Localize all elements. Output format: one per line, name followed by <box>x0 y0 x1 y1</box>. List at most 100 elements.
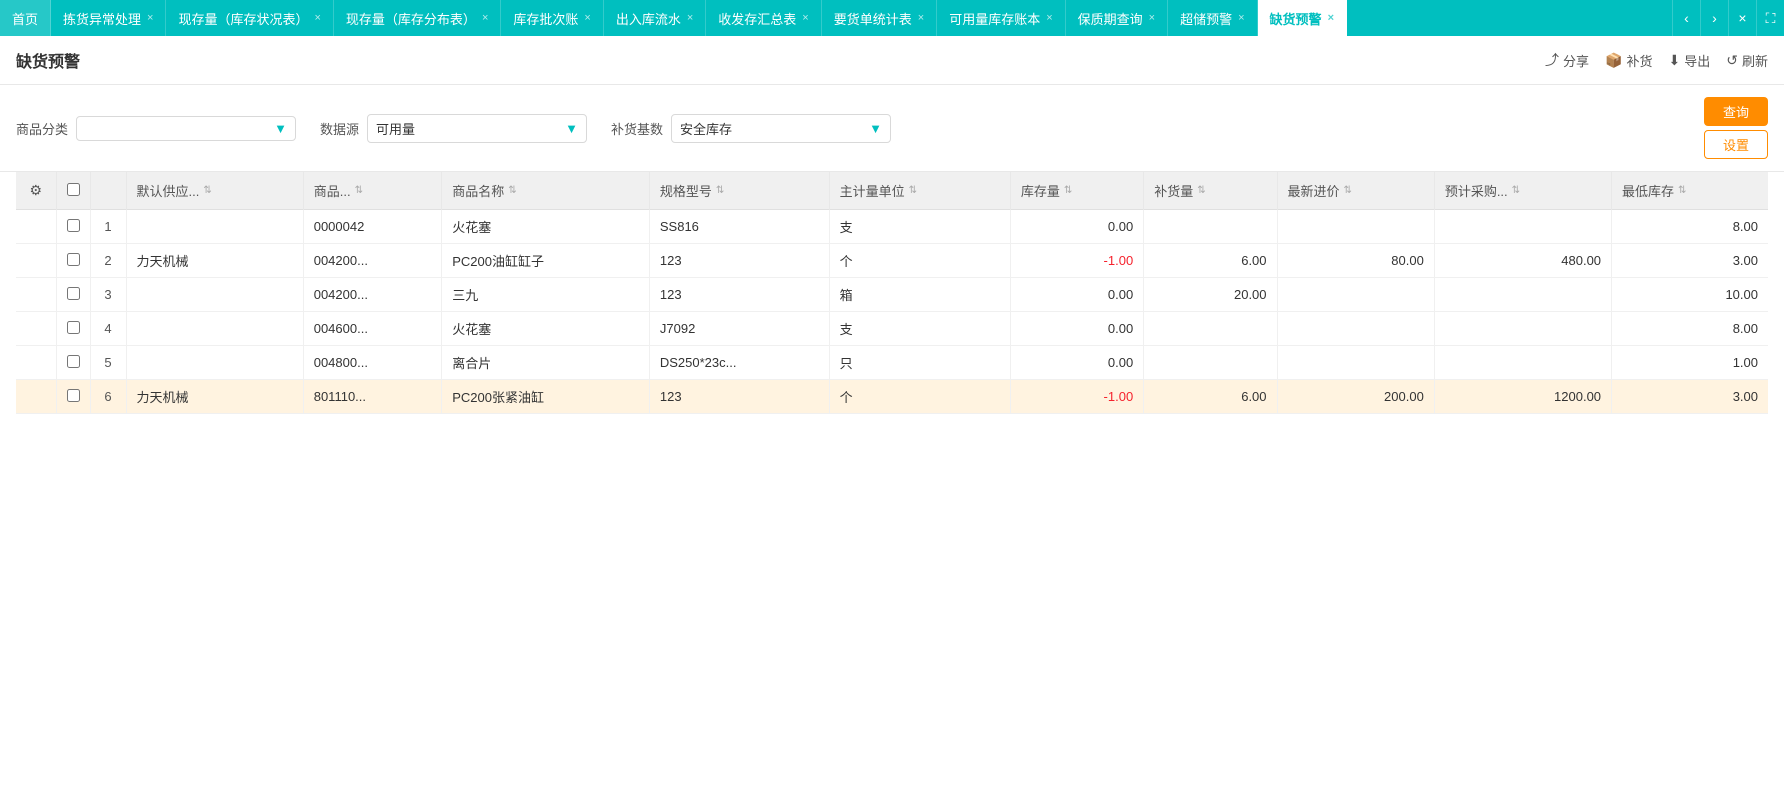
row-min-stock: 8.00 <box>1612 312 1768 346</box>
row-checkbox-0[interactable] <box>67 219 80 232</box>
row-checkbox-4[interactable] <box>67 355 80 368</box>
replen-sort-icon: ⇅ <box>1197 185 1205 196</box>
datasource-select[interactable]: 可用量 ▼ <box>367 114 587 143</box>
nav-tab-inout-close[interactable]: × <box>687 12 693 24</box>
nav-tab-overstock-close[interactable]: × <box>1238 12 1244 24</box>
nav-fullscreen[interactable]: ⛶ <box>1756 0 1784 36</box>
nav-tab-inv-dist-label: 现存量（库存分布表） <box>346 9 476 28</box>
nav-tab-req[interactable]: 要货单统计表 × <box>822 0 937 36</box>
refresh-icon: ↺ <box>1726 52 1738 69</box>
nav-tab-expiry-label: 保质期查询 <box>1078 9 1143 28</box>
row-est-purchase <box>1434 278 1611 312</box>
replenish-label: 补货 <box>1626 51 1652 70</box>
nav-tab-inv-status-close[interactable]: × <box>314 12 320 24</box>
export-label: 导出 <box>1684 51 1710 70</box>
est-purchase-sort-icon: ⇅ <box>1512 185 1520 196</box>
row-cb-cell <box>56 278 90 312</box>
share-action[interactable]: ⤴ 分享 <box>1545 50 1589 70</box>
replenish-base-value: 安全库存 <box>680 119 732 138</box>
row-cb-cell <box>56 210 90 244</box>
nav-tab-avail[interactable]: 可用量库存账本 × <box>937 0 1065 36</box>
replenish-base-label: 补货基数 <box>611 119 663 138</box>
row-checkbox-3[interactable] <box>67 321 80 334</box>
row-stock: 0.00 <box>1010 210 1143 244</box>
export-action[interactable]: ⬇ 导出 <box>1669 51 1711 70</box>
nav-arrow-right[interactable]: › <box>1700 0 1728 36</box>
page-title: 缺货预警 <box>16 48 80 72</box>
filter-actions: 查询 设置 <box>1704 97 1768 159</box>
nav-tab-inv-dist[interactable]: 现存量（库存分布表） × <box>334 0 501 36</box>
table-body: 1 0000042 火花塞 SS816 支 0.00 8.00 2 力天机械 0… <box>16 210 1768 414</box>
row-gear-cell <box>16 380 56 414</box>
nav-tab-recv-close[interactable]: × <box>802 12 808 24</box>
nav-tab-inv-status[interactable]: 现存量（库存状况表） × <box>166 0 333 36</box>
category-select[interactable]: ▼ <box>76 116 296 141</box>
row-name: PC200油缸缸子 <box>442 244 650 278</box>
nav-tab-exception-close[interactable]: × <box>147 12 153 24</box>
query-button[interactable]: 查询 <box>1704 97 1768 126</box>
row-spec: 123 <box>649 380 829 414</box>
nav-arrows: ‹ › × ⛶ <box>1672 0 1784 36</box>
nav-tab-shortage-label: 缺货预警 <box>1270 9 1322 28</box>
settings-button[interactable]: 设置 <box>1704 130 1768 159</box>
nav-tab-avail-close[interactable]: × <box>1046 12 1052 24</box>
row-spec: J7092 <box>649 312 829 346</box>
replenish-action[interactable]: 📦 补货 <box>1605 51 1652 70</box>
row-stock: -1.00 <box>1010 244 1143 278</box>
nav-tab-recv[interactable]: 收发存汇总表 × <box>706 0 821 36</box>
th-est-purchase: 预计采购... ⇅ <box>1434 172 1611 210</box>
nav-tab-inout-label: 出入库流水 <box>616 9 681 28</box>
table-header-row: ⚙ 默认供应... ⇅ 商品... <box>16 172 1768 210</box>
row-unit: 支 <box>829 210 1010 244</box>
row-stock: -1.00 <box>1010 380 1143 414</box>
row-gear-cell <box>16 244 56 278</box>
th-supplier: 默认供应... ⇅ <box>126 172 303 210</box>
nav-tab-inv-dist-close[interactable]: × <box>482 12 488 24</box>
row-stock: 0.00 <box>1010 278 1143 312</box>
row-supplier <box>126 346 303 380</box>
replenish-base-select[interactable]: 安全库存 ▼ <box>671 114 891 143</box>
row-unit: 支 <box>829 312 1010 346</box>
row-latest-price: 200.00 <box>1277 380 1434 414</box>
row-checkbox-2[interactable] <box>67 287 80 300</box>
row-checkbox-1[interactable] <box>67 253 80 266</box>
row-est-purchase <box>1434 346 1611 380</box>
nav-tab-exception[interactable]: 拣货异常处理 × <box>51 0 166 36</box>
nav-tab-overstock[interactable]: 超储预警 × <box>1168 0 1257 36</box>
row-checkbox-5[interactable] <box>67 389 80 402</box>
row-replen: 6.00 <box>1144 244 1277 278</box>
nav-close-window[interactable]: × <box>1728 0 1756 36</box>
nav-arrow-left[interactable]: ‹ <box>1672 0 1700 36</box>
nav-tab-shortage[interactable]: 缺货预警 × <box>1258 0 1347 36</box>
table-row: 6 力天机械 801110... PC200张紧油缸 123 个 -1.00 6… <box>16 380 1768 414</box>
column-settings-gear-icon[interactable]: ⚙ <box>27 180 44 201</box>
row-name: PC200张紧油缸 <box>442 380 650 414</box>
nav-tab-expiry[interactable]: 保质期查询 × <box>1066 0 1168 36</box>
datasource-value: 可用量 <box>376 119 415 138</box>
row-unit: 个 <box>829 244 1010 278</box>
nav-tab-req-close[interactable]: × <box>918 12 924 24</box>
refresh-action[interactable]: ↺ 刷新 <box>1726 51 1768 70</box>
row-stock: 0.00 <box>1010 312 1143 346</box>
datasource-filter-group: 数据源 可用量 ▼ <box>320 114 587 143</box>
nav-tab-batch-label: 库存批次账 <box>513 9 578 28</box>
row-latest-price <box>1277 312 1434 346</box>
row-replen: 6.00 <box>1144 380 1277 414</box>
table-row: 4 004600... 火花塞 J7092 支 0.00 8.00 <box>16 312 1768 346</box>
row-code: 801110... <box>303 380 442 414</box>
row-replen: 20.00 <box>1144 278 1277 312</box>
spec-sort-icon: ⇅ <box>716 185 724 196</box>
row-index: 2 <box>90 244 126 278</box>
refresh-label: 刷新 <box>1742 51 1768 70</box>
th-est-purchase-label: 预计采购... <box>1445 181 1508 200</box>
select-all-checkbox[interactable] <box>67 183 80 196</box>
nav-tab-shortage-close[interactable]: × <box>1328 12 1334 24</box>
row-replen <box>1144 210 1277 244</box>
nav-tab-expiry-close[interactable]: × <box>1149 12 1155 24</box>
row-supplier <box>126 312 303 346</box>
nav-tab-batch[interactable]: 库存批次账 × <box>501 0 603 36</box>
nav-tab-inout[interactable]: 出入库流水 × <box>604 0 706 36</box>
row-latest-price: 80.00 <box>1277 244 1434 278</box>
nav-tab-batch-close[interactable]: × <box>584 12 590 24</box>
nav-tab-home[interactable]: 首页 <box>0 0 51 36</box>
